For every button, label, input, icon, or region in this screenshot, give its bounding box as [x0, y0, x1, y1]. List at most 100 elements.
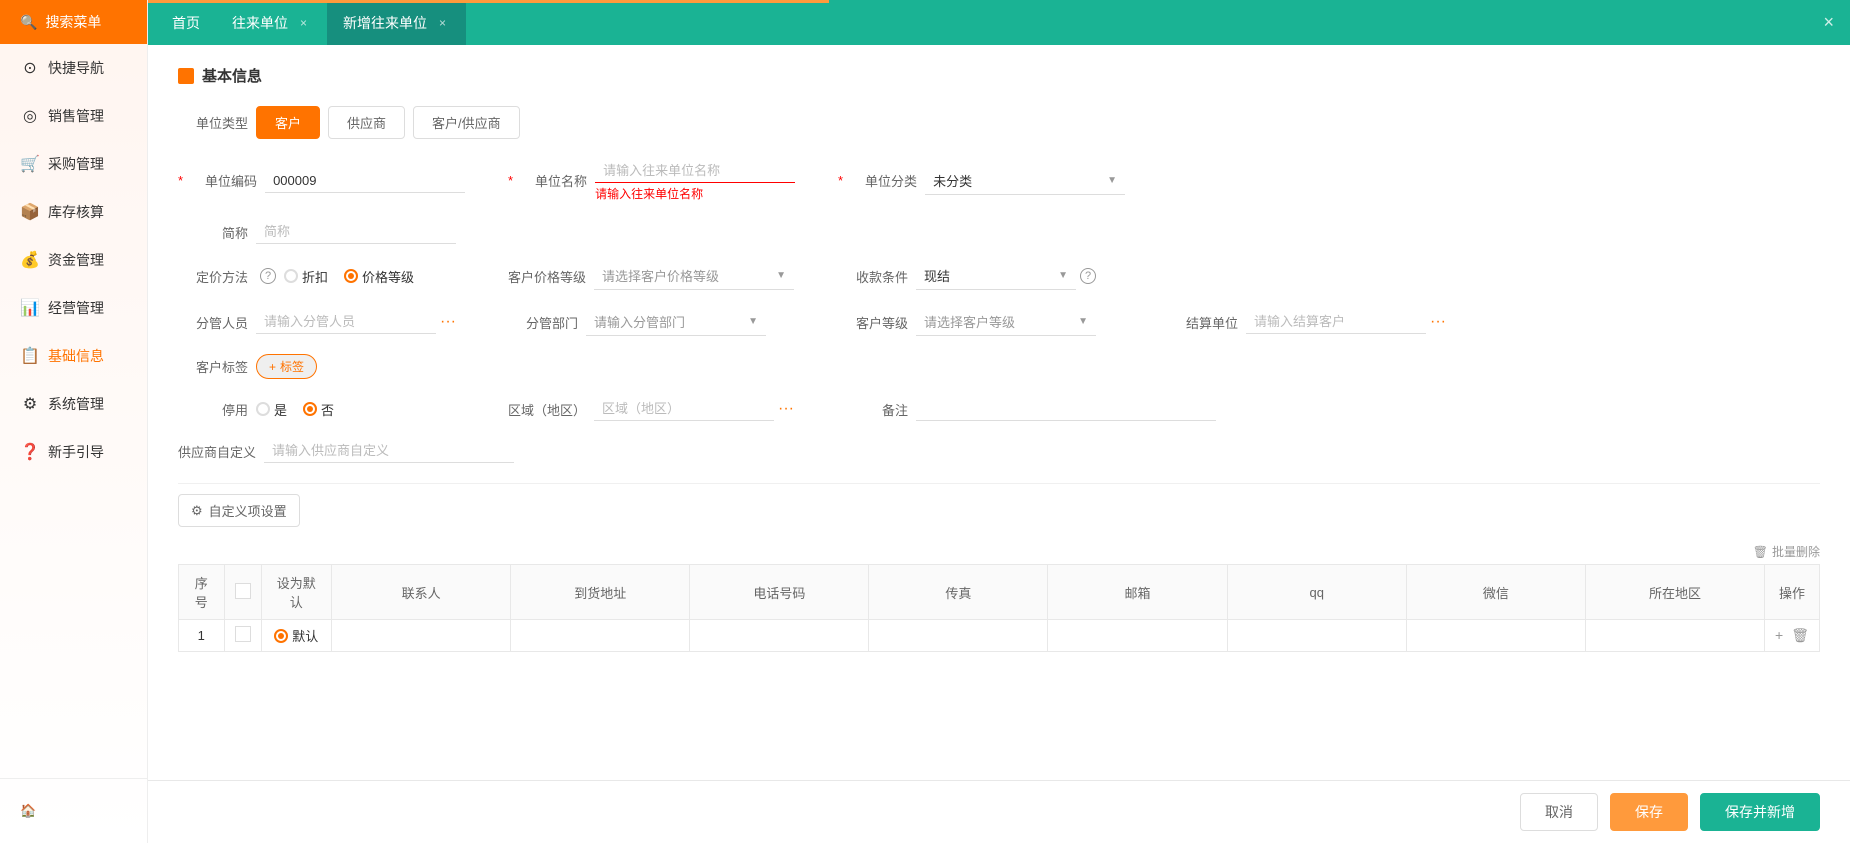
custom-settings-btn[interactable]: ⚙ 自定义项设置 — [178, 494, 300, 527]
disable-yes-radio[interactable]: 是 — [256, 400, 287, 419]
unit-type-group: 客户 供应商 客户/供应商 — [256, 106, 520, 139]
customer-level-select[interactable]: 请选择客户等级 ▼ — [916, 308, 1096, 336]
payment-terms-item: 收款条件 现结 ▼ ? — [838, 262, 1138, 290]
pricing-method-help-icon[interactable]: ? — [260, 268, 276, 284]
customer-level-arrow-icon: ▼ — [1078, 316, 1088, 327]
header-checkbox[interactable] — [235, 583, 251, 599]
td-address[interactable] — [511, 620, 690, 652]
settlement-unit-item: 结算单位 ··· — [1168, 310, 1468, 334]
supplier-custom-row: 供应商自定义 — [178, 439, 1820, 463]
sidebar-item-finance[interactable]: 💰 资金管理 — [0, 236, 147, 284]
pricing-discount-label: 折扣 — [302, 267, 328, 286]
tag-add-btn[interactable]: + 标签 — [256, 354, 317, 379]
sidebar-item-operations[interactable]: 📊 经营管理 — [0, 284, 147, 332]
disable-yes-circle — [256, 402, 270, 416]
purchase-icon: 🛒 — [20, 154, 40, 174]
disable-no-radio[interactable]: 否 — [303, 400, 334, 419]
tab-new-partner-label: 新增往来单位 — [343, 13, 427, 33]
tab-bar-close-btn[interactable]: × — [1823, 12, 1834, 33]
unit-name-input[interactable] — [595, 159, 795, 183]
remark-label: 备注 — [838, 400, 908, 419]
short-name-input[interactable] — [256, 220, 456, 244]
unit-category-select[interactable]: 未分类 ▼ — [925, 167, 1125, 195]
td-qq[interactable] — [1227, 620, 1406, 652]
region-label: 区域（地区） — [508, 400, 586, 419]
td-wechat[interactable] — [1406, 620, 1585, 652]
contacts-table: 序号 设为默认 联系人 到货地址 电话号码 传真 邮箱 qq 微信 所在地区 操… — [178, 564, 1820, 652]
remark-input[interactable] — [916, 397, 1216, 421]
save-button[interactable]: 保存 — [1610, 793, 1688, 831]
table-region-input[interactable] — [1596, 628, 1754, 643]
payment-terms-help-icon[interactable]: ? — [1080, 268, 1096, 284]
qq-input[interactable] — [1238, 628, 1396, 643]
department-select[interactable]: 请输入分管部门 ▼ — [586, 308, 766, 336]
tab-home[interactable]: 首页 — [156, 0, 216, 45]
unit-type-customer-btn[interactable]: 客户 — [256, 106, 320, 139]
unit-code-input[interactable] — [265, 169, 465, 193]
sidebar-item-quick-nav[interactable]: ⊙ 快捷导航 — [0, 44, 147, 92]
unit-name-item: * 单位名称 请输入往来单位名称 — [508, 159, 808, 202]
sidebar-item-inventory[interactable]: 📦 库存核算 — [0, 188, 147, 236]
disable-yes-label: 是 — [274, 400, 287, 419]
search-menu[interactable]: 🔍 搜索菜单 — [0, 0, 147, 44]
manager-more-icon[interactable]: ··· — [436, 313, 460, 331]
row-checkbox[interactable] — [235, 626, 251, 642]
sidebar-item-label: 采购管理 — [48, 154, 104, 174]
pricing-discount-radio[interactable]: 折扣 — [284, 267, 328, 286]
tag-add-label: 标签 — [280, 358, 304, 375]
unit-category-item: * 单位分类 未分类 ▼ — [838, 167, 1138, 195]
sidebar-item-basics[interactable]: 📋 基础信息 — [0, 332, 147, 380]
sidebar-item-label: 库存核算 — [48, 202, 104, 222]
customer-price-select[interactable]: 请选择客户价格等级 ▼ — [594, 262, 794, 290]
unit-type-both-btn[interactable]: 客户/供应商 — [413, 106, 520, 139]
unit-type-supplier-btn[interactable]: 供应商 — [328, 106, 405, 139]
sidebar-item-purchase[interactable]: 🛒 采购管理 — [0, 140, 147, 188]
email-input[interactable] — [1058, 628, 1216, 643]
sidebar-item-sales[interactable]: ◎ 销售管理 — [0, 92, 147, 140]
wechat-input[interactable] — [1417, 628, 1575, 643]
region-more-icon[interactable]: ··· — [774, 400, 798, 418]
address-input[interactable] — [521, 628, 679, 643]
unit-code-name-row: * 单位编码 * 单位名称 请输入往来单位名称 * 单位分类 未分类 — [178, 159, 1820, 202]
td-region[interactable] — [1585, 620, 1764, 652]
settlement-unit-input[interactable] — [1246, 310, 1426, 334]
sidebar-item-guide[interactable]: ❓ 新手引导 — [0, 428, 147, 476]
search-menu-label: 搜索菜单 — [45, 12, 101, 32]
phone-input[interactable] — [700, 628, 858, 643]
sidebar-item-label: 快捷导航 — [48, 58, 104, 78]
custom-settings-label: 自定义项设置 — [209, 501, 287, 520]
supplier-custom-label: 供应商自定义 — [178, 442, 256, 461]
customer-tag-row: 客户标签 + 标签 — [178, 354, 1820, 379]
finance-icon: 💰 — [20, 250, 40, 270]
customer-price-label: 客户价格等级 — [508, 267, 586, 286]
tab-partners[interactable]: 往来单位 × — [216, 0, 327, 45]
cancel-button[interactable]: 取消 — [1520, 793, 1598, 831]
td-fax[interactable] — [869, 620, 1048, 652]
manager-input[interactable] — [256, 310, 436, 334]
tab-new-partner-close[interactable]: × — [435, 14, 450, 32]
td-email[interactable] — [1048, 620, 1227, 652]
manager-label: 分管人员 — [178, 313, 248, 332]
sidebar-item-system[interactable]: ⚙ 系统管理 — [0, 380, 147, 428]
payment-terms-arrow-icon: ▼ — [1058, 270, 1068, 281]
batch-delete-area[interactable]: 🗑 批量删除 — [178, 543, 1820, 560]
td-contact[interactable] — [332, 620, 511, 652]
pricing-method-item: 定价方法 ? 折扣 价格等级 — [178, 267, 478, 286]
payment-terms-select[interactable]: 现结 ▼ — [916, 262, 1076, 290]
row-add-icon[interactable]: + — [1775, 627, 1783, 644]
save-and-new-button[interactable]: 保存并新增 — [1700, 793, 1820, 831]
tab-new-partner[interactable]: 新增往来单位 × — [327, 0, 466, 45]
supplier-custom-input[interactable] — [264, 439, 514, 463]
fax-input[interactable] — [879, 628, 1037, 643]
td-phone[interactable] — [690, 620, 869, 652]
sidebar-home-icon[interactable]: 🏠 — [0, 789, 147, 833]
sidebar-bottom: 🏠 — [0, 778, 147, 843]
tab-partners-close[interactable]: × — [296, 14, 311, 32]
region-input[interactable] — [594, 397, 774, 421]
contact-input[interactable] — [342, 628, 500, 643]
default-radio-wrap[interactable]: 默认 — [272, 626, 322, 645]
pricing-level-radio[interactable]: 价格等级 — [344, 267, 414, 286]
settlement-unit-more-icon[interactable]: ··· — [1426, 313, 1450, 331]
disable-label: 停用 — [178, 400, 248, 419]
row-delete-icon[interactable]: 🗑 — [1791, 627, 1809, 644]
